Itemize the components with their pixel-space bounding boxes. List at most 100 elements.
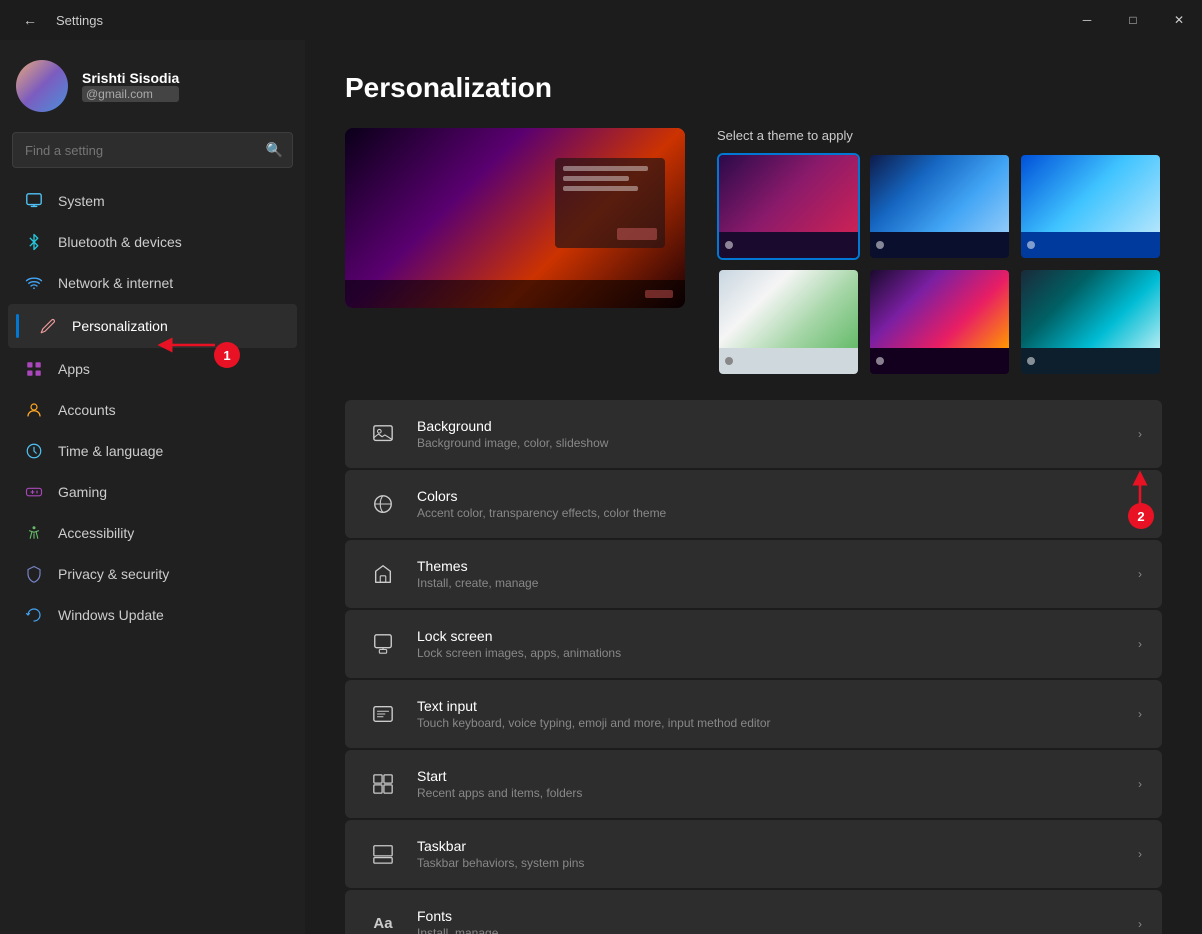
sidebar-item-accounts-label: Accounts bbox=[58, 402, 116, 418]
textinput-icon bbox=[365, 696, 401, 732]
search-box: 🔍 bbox=[12, 132, 293, 168]
sidebar-item-update[interactable]: Windows Update bbox=[8, 595, 297, 635]
search-icon: 🔍 bbox=[266, 142, 283, 159]
sidebar-item-accounts[interactable]: Accounts bbox=[8, 390, 297, 430]
bluetooth-icon bbox=[24, 232, 44, 252]
search-input[interactable] bbox=[12, 132, 293, 168]
start-title: Start bbox=[417, 768, 1138, 784]
textinput-title: Text input bbox=[417, 698, 1138, 714]
themes-arrow: › bbox=[1138, 567, 1142, 581]
taskbar-text: Taskbar Taskbar behaviors, system pins bbox=[417, 838, 1138, 870]
background-item[interactable]: Background Background image, color, slid… bbox=[345, 400, 1162, 468]
lockscreen-arrow: › bbox=[1138, 637, 1142, 651]
page-title: Personalization bbox=[345, 72, 1162, 104]
network-icon bbox=[24, 273, 44, 293]
background-text: Background Background image, color, slid… bbox=[417, 418, 1138, 450]
nav-items: System Bluetooth & devices Network & int… bbox=[0, 180, 305, 934]
sidebar-item-system-label: System bbox=[58, 193, 105, 209]
minimize-button[interactable]: ─ bbox=[1064, 4, 1110, 36]
personalization-icon bbox=[38, 316, 58, 336]
sidebar-item-bluetooth-label: Bluetooth & devices bbox=[58, 234, 182, 250]
main-content: Personalization bbox=[305, 40, 1202, 934]
colors-arrow: › bbox=[1138, 497, 1142, 511]
taskbar-desc: Taskbar behaviors, system pins bbox=[417, 856, 1138, 870]
taskbar-title: Taskbar bbox=[417, 838, 1138, 854]
gaming-icon bbox=[24, 482, 44, 502]
sidebar-item-time[interactable]: Time & language bbox=[8, 431, 297, 471]
fonts-text: Fonts Install, manage bbox=[417, 908, 1138, 934]
sidebar-item-bluetooth[interactable]: Bluetooth & devices bbox=[8, 222, 297, 262]
maximize-button[interactable]: □ bbox=[1110, 4, 1156, 36]
user-info: Srishti Sisodia @gmail.com bbox=[82, 70, 179, 102]
titlebar: ← Settings ─ □ ✕ bbox=[0, 0, 1202, 40]
sidebar-item-apps[interactable]: Apps bbox=[8, 349, 297, 389]
theme-picker: Select a theme to apply bbox=[717, 128, 1162, 376]
active-indicator bbox=[16, 314, 19, 338]
start-icon bbox=[365, 766, 401, 802]
background-title: Background bbox=[417, 418, 1138, 434]
theme-option-2[interactable] bbox=[868, 153, 1011, 260]
user-email: @gmail.com bbox=[82, 86, 179, 102]
app-title: Settings bbox=[56, 13, 103, 28]
fonts-desc: Install, manage bbox=[417, 926, 1138, 934]
sidebar-item-system[interactable]: System bbox=[8, 181, 297, 221]
accounts-icon bbox=[24, 400, 44, 420]
sidebar-item-gaming[interactable]: Gaming bbox=[8, 472, 297, 512]
themes-title: Themes bbox=[417, 558, 1138, 574]
theme-option-5[interactable] bbox=[868, 268, 1011, 375]
colors-desc: Accent color, transparency effects, colo… bbox=[417, 506, 1138, 520]
colors-item[interactable]: Colors Accent color, transparency effect… bbox=[345, 470, 1162, 538]
close-button[interactable]: ✕ bbox=[1156, 4, 1202, 36]
theme-option-6[interactable] bbox=[1019, 268, 1162, 375]
start-item[interactable]: Start Recent apps and items, folders › bbox=[345, 750, 1162, 818]
accessibility-icon bbox=[24, 523, 44, 543]
taskbar-arrow: › bbox=[1138, 847, 1142, 861]
privacy-icon bbox=[24, 564, 44, 584]
lockscreen-text: Lock screen Lock screen images, apps, an… bbox=[417, 628, 1138, 660]
sidebar-item-privacy[interactable]: Privacy & security bbox=[8, 554, 297, 594]
sidebar-item-personalization-label: Personalization bbox=[72, 318, 168, 334]
system-icon bbox=[24, 191, 44, 211]
fonts-icon: Aa bbox=[365, 906, 401, 934]
taskbar-item[interactable]: Taskbar Taskbar behaviors, system pins › bbox=[345, 820, 1162, 888]
fonts-item[interactable]: Aa Fonts Install, manage › bbox=[345, 890, 1162, 934]
update-icon bbox=[24, 605, 44, 625]
background-icon bbox=[365, 416, 401, 452]
sidebar-item-network[interactable]: Network & internet bbox=[8, 263, 297, 303]
textinput-desc: Touch keyboard, voice typing, emoji and … bbox=[417, 716, 1138, 730]
sidebar-item-privacy-label: Privacy & security bbox=[58, 566, 169, 582]
back-button[interactable]: ← bbox=[16, 6, 44, 34]
theme-option-1[interactable] bbox=[717, 153, 860, 260]
sidebar-item-apps-label: Apps bbox=[58, 361, 90, 377]
lockscreen-title: Lock screen bbox=[417, 628, 1138, 644]
themes-text: Themes Install, create, manage bbox=[417, 558, 1138, 590]
fonts-title: Fonts bbox=[417, 908, 1138, 924]
sidebar-item-personalization[interactable]: Personalization bbox=[8, 304, 297, 348]
theme-option-3[interactable] bbox=[1019, 153, 1162, 260]
lockscreen-item[interactable]: Lock screen Lock screen images, apps, an… bbox=[345, 610, 1162, 678]
sidebar-item-accessibility-label: Accessibility bbox=[58, 525, 134, 541]
sidebar: Srishti Sisodia @gmail.com 🔍 System bbox=[0, 40, 305, 934]
lockscreen-desc: Lock screen images, apps, animations bbox=[417, 646, 1138, 660]
taskbar-icon bbox=[365, 836, 401, 872]
start-desc: Recent apps and items, folders bbox=[417, 786, 1138, 800]
fonts-arrow: › bbox=[1138, 917, 1142, 931]
apps-icon bbox=[24, 359, 44, 379]
textinput-item[interactable]: Text input Touch keyboard, voice typing,… bbox=[345, 680, 1162, 748]
themes-item[interactable]: Themes Install, create, manage › bbox=[345, 540, 1162, 608]
colors-title: Colors bbox=[417, 488, 1138, 504]
preview-window bbox=[555, 158, 665, 248]
colors-text: Colors Accent color, transparency effect… bbox=[417, 488, 1138, 520]
theme-section: Select a theme to apply bbox=[345, 128, 1162, 376]
theme-option-4[interactable] bbox=[717, 268, 860, 375]
settings-list: Background Background image, color, slid… bbox=[345, 400, 1162, 934]
theme-grid bbox=[717, 153, 1162, 376]
user-profile[interactable]: Srishti Sisodia @gmail.com bbox=[0, 48, 305, 132]
sidebar-item-network-label: Network & internet bbox=[58, 275, 173, 291]
sidebar-item-accessibility[interactable]: Accessibility bbox=[8, 513, 297, 553]
preview-taskbar bbox=[345, 280, 685, 308]
sidebar-item-update-label: Windows Update bbox=[58, 607, 164, 623]
sidebar-item-time-label: Time & language bbox=[58, 443, 163, 459]
colors-icon bbox=[365, 486, 401, 522]
window-controls: ─ □ ✕ bbox=[1064, 4, 1202, 36]
